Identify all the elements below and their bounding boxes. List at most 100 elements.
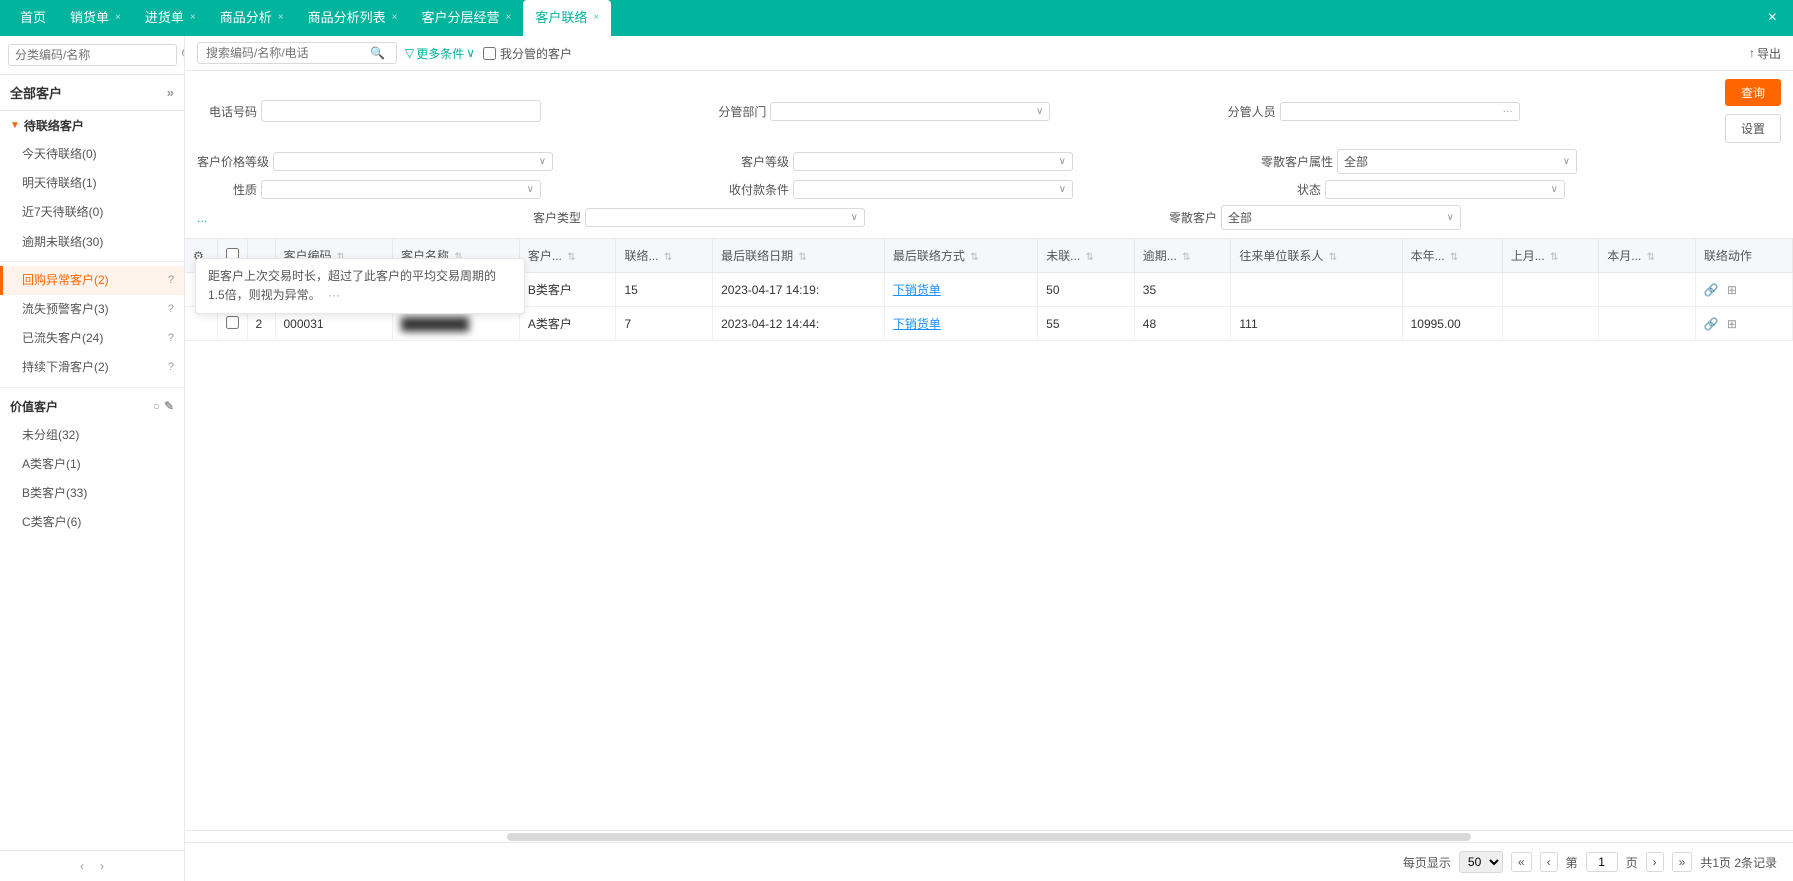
settings-button[interactable]: 设置 <box>1725 114 1781 143</box>
my-customers-checkbox[interactable]: 我分管的客户 <box>483 45 572 62</box>
last-page-button[interactable]: » <box>1672 852 1693 872</box>
window-close-button[interactable]: × <box>1760 9 1785 27</box>
more-filter-toggle[interactable]: ... <box>197 211 207 225</box>
sidebar-search-input[interactable] <box>8 44 177 66</box>
retail-attr-select[interactable]: 全部 ∨ <box>1337 149 1577 174</box>
chevron-down-icon: ∨ <box>1447 212 1454 223</box>
chevron-down-icon: ∨ <box>1563 156 1570 167</box>
customer-grade-select[interactable]: ∨ <box>793 152 1073 171</box>
first-page-button[interactable]: « <box>1511 852 1532 872</box>
sidebar-item-declining[interactable]: 持续下滑客户(2) ? <box>0 353 184 382</box>
nav-purchase-order[interactable]: 进货单 × <box>133 0 208 36</box>
help-icon[interactable]: ? <box>168 359 174 377</box>
nav-customer-segmentation[interactable]: 客户分层经营 × <box>409 0 523 36</box>
col-this-year[interactable]: 本年... ⇅ <box>1402 239 1502 273</box>
contact-method-link[interactable]: 下销货单 <box>893 283 941 297</box>
grid-icon[interactable]: ⊞ <box>1727 283 1737 297</box>
payment-select[interactable]: ∨ <box>793 180 1073 199</box>
help-icon[interactable]: ? <box>168 330 174 348</box>
sort-icon[interactable]: ⇅ <box>798 252 806 263</box>
link2-icon[interactable]: 🔗 <box>1704 283 1719 297</box>
sidebar-item-class-c[interactable]: C类客户(6) <box>0 508 184 537</box>
prev-page-button[interactable]: ‹ <box>1540 852 1558 872</box>
link2-icon[interactable]: 🔗 <box>1704 317 1719 331</box>
sort-icon[interactable]: ⇅ <box>1550 252 1558 263</box>
close-icon[interactable]: × <box>505 0 511 36</box>
next-arrow-icon[interactable]: › <box>96 855 108 877</box>
col-contact[interactable]: 联络... ⇅ <box>616 239 713 273</box>
branch-dept-field: 分管部门 ∨ <box>706 102 1203 121</box>
branch-dept-select[interactable]: ∨ <box>770 102 1050 121</box>
sidebar-group-pending[interactable]: ▼ 待联络客户 <box>0 111 184 140</box>
gender-select[interactable]: ∨ <box>261 180 541 199</box>
sidebar-item-7days[interactable]: 近7天待联络(0) <box>0 198 184 227</box>
sidebar-item-overdue[interactable]: 逾期未联络(30) <box>0 228 184 257</box>
pagination: 每页显示 50 « ‹ 第 页 › » 共1页 2条记录 <box>185 842 1793 881</box>
prev-arrow-icon[interactable]: ‹ <box>76 855 88 877</box>
sort-icon[interactable]: ⇅ <box>664 252 672 263</box>
sidebar-item-class-a[interactable]: A类客户(1) <box>0 450 184 479</box>
cell-contact: 15 <box>616 273 713 307</box>
sort-icon[interactable]: ⇅ <box>1182 252 1190 263</box>
next-page-button[interactable]: › <box>1646 852 1664 872</box>
retail-customer-select[interactable]: 全部 ∨ <box>1221 205 1461 230</box>
per-page-select[interactable]: 50 <box>1459 851 1503 873</box>
horizontal-scrollbar[interactable] <box>185 830 1793 842</box>
sort-icon[interactable]: ⇅ <box>1450 252 1458 263</box>
close-icon[interactable]: × <box>392 0 398 36</box>
circle-icon[interactable]: ○ <box>153 399 160 413</box>
phone-input[interactable] <box>261 100 541 122</box>
query-button[interactable]: 查询 <box>1725 79 1781 106</box>
col-last-date[interactable]: 最后联络日期 ⇅ <box>713 239 885 273</box>
col-unit-contacts[interactable]: 往来单位联系人 ⇅ <box>1231 239 1402 273</box>
nav-home[interactable]: 首页 <box>8 0 58 36</box>
export-button[interactable]: ↑ 导出 <box>1749 45 1781 62</box>
sort-icon[interactable]: ⇅ <box>1329 252 1337 263</box>
sidebar-item-repurchase-anomaly[interactable]: 回购异常客户(2) ? <box>0 266 184 295</box>
col-this-month[interactable]: 本月... ⇅ <box>1599 239 1696 273</box>
sidebar-item-class-b[interactable]: B类客户(33) <box>0 479 184 508</box>
close-icon[interactable]: × <box>115 0 121 36</box>
more-conditions-button[interactable]: ▽ 更多条件 ∨ <box>405 45 475 62</box>
edit-icon[interactable]: ✎ <box>164 399 174 413</box>
sidebar-item-tomorrow[interactable]: 明天待联络(1) <box>0 169 184 198</box>
row-checkbox[interactable] <box>226 316 239 329</box>
col-last-month[interactable]: 上月... ⇅ <box>1502 239 1599 273</box>
sort-icon[interactable]: ⇅ <box>1086 252 1094 263</box>
help-icon[interactable]: ? <box>168 272 174 290</box>
col-type[interactable]: 客户... ⇅ <box>519 239 616 273</box>
nav-product-analysis-list[interactable]: 商品分析列表 × <box>296 0 410 36</box>
sidebar-item-ungrouped[interactable]: 未分组(32) <box>0 421 184 450</box>
grid-icon[interactable]: ⊞ <box>1727 317 1737 331</box>
collapse-icon[interactable]: » <box>167 85 174 100</box>
nav-sales-order[interactable]: 销货单 × <box>58 0 133 36</box>
close-icon[interactable]: × <box>278 0 284 36</box>
nav-customer-contact[interactable]: 客户联络 × <box>523 0 611 36</box>
phone-label: 电话号码 <box>197 103 257 120</box>
price-grade-select[interactable]: ∨ <box>273 152 553 171</box>
main-search-input[interactable] <box>206 46 366 60</box>
sidebar-item-churned[interactable]: 已流失客户(24) ? <box>0 324 184 353</box>
col-overdue[interactable]: 逾期... ⇅ <box>1134 239 1231 273</box>
sort-icon[interactable]: ⇅ <box>567 252 575 263</box>
customer-type-select[interactable]: ∨ <box>585 208 865 227</box>
sort-icon[interactable]: ⇅ <box>1647 252 1655 263</box>
help-icon[interactable]: ? <box>168 301 174 319</box>
close-icon[interactable]: × <box>190 0 196 36</box>
price-grade-field: 客户价格等级 ∨ <box>197 152 717 171</box>
status-select[interactable]: ∨ <box>1325 180 1565 199</box>
sort-icon[interactable]: ⇅ <box>970 252 978 263</box>
branch-person-select[interactable]: ··· <box>1280 102 1520 121</box>
my-customers-check[interactable] <box>483 47 496 60</box>
contact-method-link[interactable]: 下销货单 <box>893 317 941 331</box>
close-icon[interactable]: × <box>593 0 599 36</box>
divider <box>0 261 184 262</box>
nav-product-analysis[interactable]: 商品分析 × <box>208 0 296 36</box>
page-number-input[interactable] <box>1586 852 1618 872</box>
cell-last-method: 下销货单 <box>884 307 1037 341</box>
sidebar-item-churn-warning[interactable]: 流失预警客户(3) ? <box>0 295 184 324</box>
search-icon[interactable]: 🔍 <box>370 46 385 60</box>
sidebar-item-today[interactable]: 今天待联络(0) <box>0 140 184 169</box>
col-last-method[interactable]: 最后联络方式 ⇅ <box>884 239 1037 273</box>
col-uncontacted[interactable]: 未联... ⇅ <box>1038 239 1135 273</box>
